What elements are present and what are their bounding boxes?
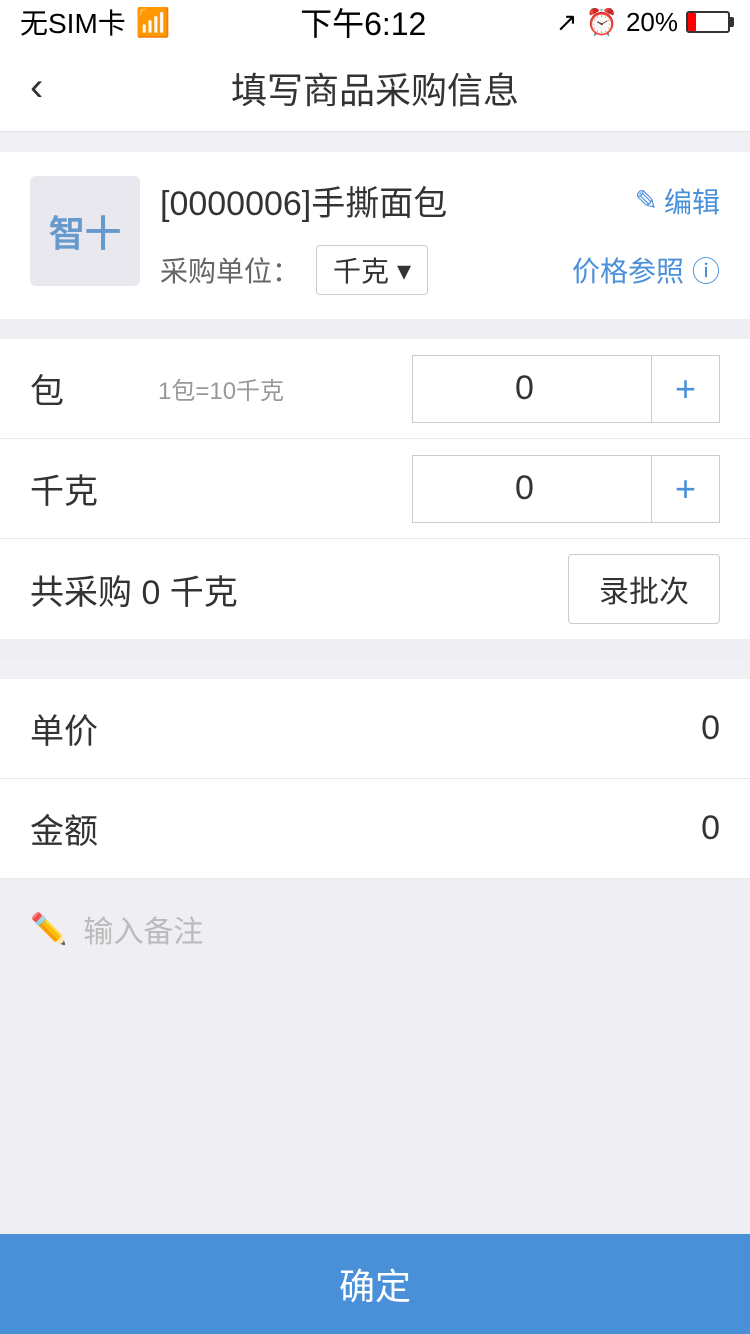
pencil-icon: ✏️ xyxy=(30,912,67,947)
status-right: ↗ ⏰ 20% xyxy=(556,7,730,38)
edit-icon: ✎ xyxy=(635,184,658,217)
price-ref-button[interactable]: 价格参照 ⓘ xyxy=(572,250,720,290)
amount-row: 金额 0 xyxy=(0,779,750,879)
carrier-text: 无SIM卡 xyxy=(20,2,126,42)
bao-sub-label: 1包=10千克 xyxy=(158,371,412,406)
product-name: [0000006]手撕面包 xyxy=(160,176,447,225)
section-divider-2 xyxy=(0,639,750,659)
confirm-button[interactable]: 确定 xyxy=(0,1234,750,1334)
batch-button[interactable]: 录批次 xyxy=(568,554,720,624)
unit-price-row: 单价 0 xyxy=(0,679,750,779)
kg-input-row: 千克 + xyxy=(0,439,750,539)
bao-input-wrapper: + xyxy=(412,355,720,423)
help-icon: ⓘ xyxy=(692,250,720,290)
unit-selector[interactable]: 千克 ▾ xyxy=(316,245,428,295)
bao-input-row: 包 1包=10千克 + xyxy=(0,339,750,439)
unit-text: 千克 xyxy=(333,250,389,290)
product-logo: 智十 xyxy=(49,205,121,257)
back-button[interactable]: ‹ xyxy=(30,65,43,110)
wifi-icon: 📶 xyxy=(136,6,171,39)
page-title: 填写商品采购信息 xyxy=(231,62,519,114)
unit-price-label: 单价 xyxy=(30,704,701,753)
status-bar: 无SIM卡 📶 下午6:12 ↗ ⏰ 20% xyxy=(0,0,750,44)
unit-price-value: 0 xyxy=(701,709,720,748)
bao-label: 包 xyxy=(30,364,150,413)
section-divider-1 xyxy=(0,319,750,339)
kg-input-section: 千克 + xyxy=(0,439,750,539)
edit-label: 编辑 xyxy=(664,181,720,221)
status-left: 无SIM卡 📶 xyxy=(20,2,171,42)
location-icon: ↗ xyxy=(556,7,578,38)
battery-icon xyxy=(686,11,730,33)
purchase-unit-label: 采购单位： xyxy=(160,250,300,290)
kg-label: 千克 xyxy=(30,464,150,513)
dropdown-icon: ▾ xyxy=(397,254,411,287)
alarm-icon: ⏰ xyxy=(586,7,618,38)
edit-button[interactable]: ✎ 编辑 xyxy=(635,181,720,221)
product-name-row: [0000006]手撕面包 ✎ 编辑 xyxy=(160,176,720,225)
remark-placeholder: 输入备注 xyxy=(83,907,203,951)
battery-fill xyxy=(688,13,696,31)
bao-plus-button[interactable]: + xyxy=(652,355,720,423)
kg-input[interactable] xyxy=(412,455,652,523)
amount-label: 金额 xyxy=(30,804,701,853)
remark-section[interactable]: ✏️ 输入备注 xyxy=(0,879,750,979)
nav-bar: ‹ 填写商品采购信息 xyxy=(0,44,750,132)
product-info: [0000006]手撕面包 ✎ 编辑 采购单位： 千克 ▾ 价格参照 ⓘ xyxy=(160,176,720,295)
price-ref-label: 价格参照 xyxy=(572,250,684,290)
bao-input-section: 包 1包=10千克 + xyxy=(0,339,750,439)
summary-text: 共采购 0 千克 xyxy=(30,565,238,614)
purchase-unit-row: 采购单位： 千克 ▾ 价格参照 ⓘ xyxy=(160,245,720,295)
battery-text: 20% xyxy=(626,7,678,38)
status-time: 下午6:12 xyxy=(300,0,426,45)
amount-value: 0 xyxy=(701,809,720,848)
product-image: 智十 xyxy=(30,176,140,286)
bao-input[interactable] xyxy=(412,355,652,423)
product-card: 智十 [0000006]手撕面包 ✎ 编辑 采购单位： 千克 ▾ 价格参照 ⓘ xyxy=(0,152,750,319)
kg-plus-button[interactable]: + xyxy=(652,455,720,523)
summary-row: 共采购 0 千克 录批次 xyxy=(0,539,750,639)
kg-input-wrapper: + xyxy=(412,455,720,523)
price-section: 单价 0 金额 0 xyxy=(0,679,750,879)
